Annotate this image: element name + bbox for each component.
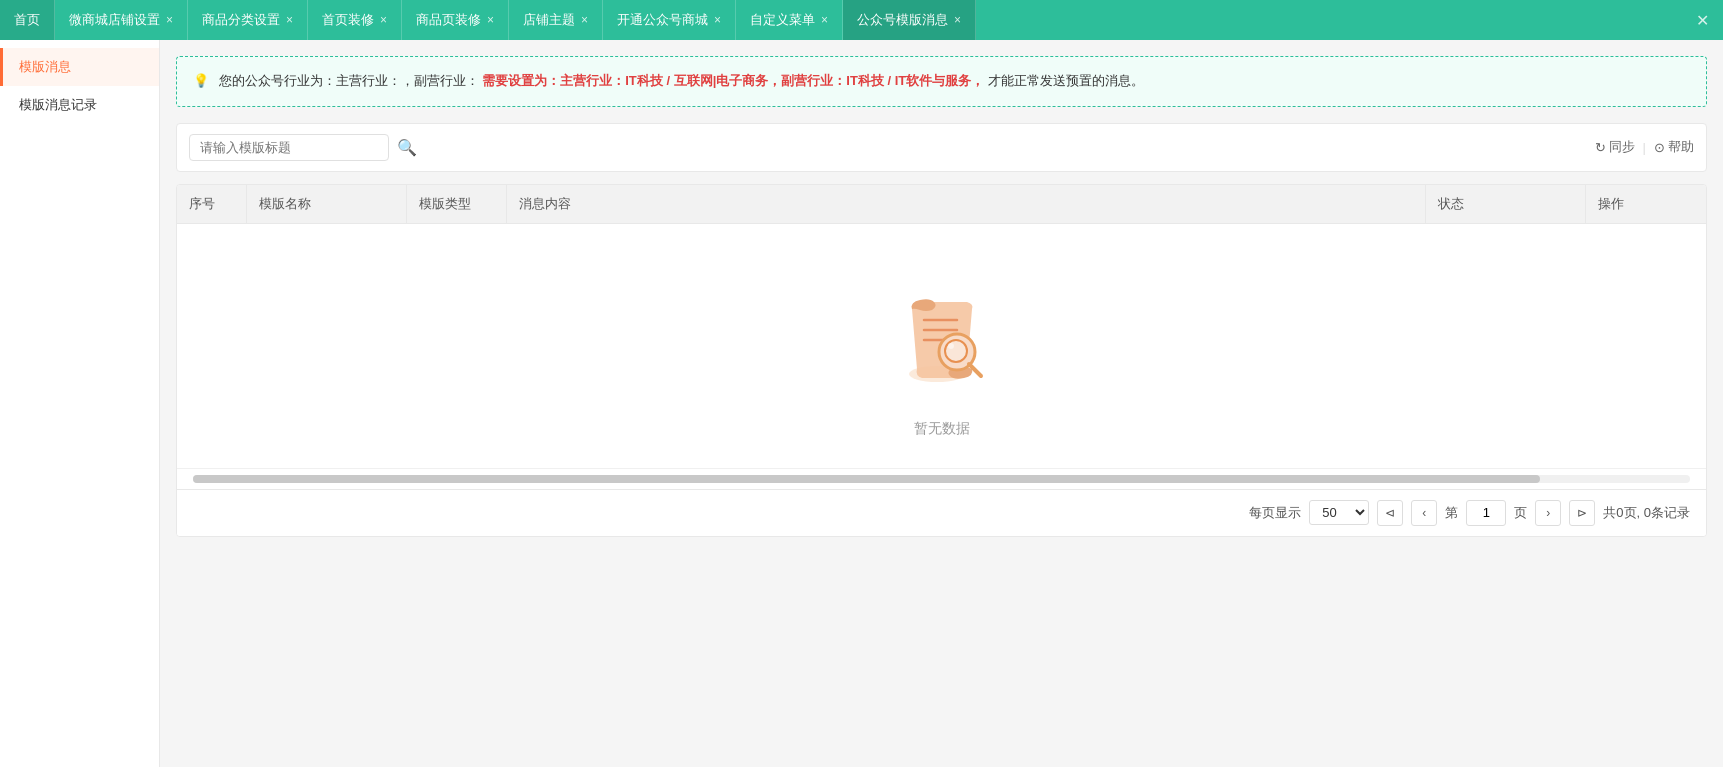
tab-menu-label: 自定义菜单 xyxy=(750,11,815,29)
search-bar: 🔍 ↻ 同步 | ⊙ 帮助 xyxy=(176,123,1707,172)
tab-mall-label: 开通公众号商城 xyxy=(617,11,708,29)
tab-homepage-close[interactable]: × xyxy=(380,13,387,27)
divider: | xyxy=(1643,140,1646,155)
table-header: 序号 模版名称 模版类型 消息内容 状态 操作 xyxy=(177,185,1706,224)
next-page-button[interactable]: › xyxy=(1535,500,1561,526)
layout: 模版消息 模版消息记录 💡 您的公众号行业为：主营行业：，副营行业： 需要设置为… xyxy=(0,40,1723,767)
tab-template-label: 公众号模版消息 xyxy=(857,11,948,29)
tab-home-label: 首页 xyxy=(14,11,40,29)
th-name: 模版名称 xyxy=(247,185,407,223)
help-icon: ⊙ xyxy=(1654,140,1665,155)
svg-point-7 xyxy=(948,343,954,349)
search-icon: 🔍 xyxy=(397,139,417,156)
tab-mall-close[interactable]: × xyxy=(714,13,721,27)
tab-homepage-label: 首页装修 xyxy=(322,11,374,29)
pagination-bar: 每页显示 50 10 20 100 ⊲ ‹ 第 页 › ⊳ 共0页, 0条记录 xyxy=(177,489,1706,536)
tab-weshop-close[interactable]: × xyxy=(166,13,173,27)
sync-label: 同步 xyxy=(1609,138,1635,156)
sidebar-item-template-log-label: 模版消息记录 xyxy=(19,97,97,112)
empty-icon xyxy=(882,284,1002,404)
tab-weshop-label: 微商城店铺设置 xyxy=(69,11,160,29)
th-type: 模版类型 xyxy=(407,185,507,223)
tab-home[interactable]: 首页 xyxy=(0,0,55,40)
search-right: ↻ 同步 | ⊙ 帮助 xyxy=(1595,138,1694,156)
scroll-area[interactable] xyxy=(177,468,1706,489)
tab-category-close[interactable]: × xyxy=(286,13,293,27)
scroll-thumb[interactable] xyxy=(193,475,1540,483)
total-info: 共0页, 0条记录 xyxy=(1603,504,1690,522)
tab-menu[interactable]: 自定义菜单 × xyxy=(736,0,843,40)
tab-menu-close[interactable]: × xyxy=(821,13,828,27)
th-status: 状态 xyxy=(1426,185,1586,223)
tab-category[interactable]: 商品分类设置 × xyxy=(188,0,308,40)
empty-state: 暂无数据 xyxy=(177,224,1706,468)
page-number-input[interactable] xyxy=(1466,500,1506,526)
tab-category-label: 商品分类设置 xyxy=(202,11,280,29)
last-page-button[interactable]: ⊳ xyxy=(1569,500,1595,526)
main-content: 💡 您的公众号行业为：主营行业：，副营行业： 需要设置为：主营行业：IT科技 /… xyxy=(160,40,1723,767)
sidebar: 模版消息 模版消息记录 xyxy=(0,40,160,767)
search-button[interactable]: 🔍 xyxy=(397,138,417,157)
tab-theme-close[interactable]: × xyxy=(581,13,588,27)
sync-icon: ↻ xyxy=(1595,140,1606,155)
tab-productpage-label: 商品页装修 xyxy=(416,11,481,29)
table-container: 序号 模版名称 模版类型 消息内容 状态 操作 xyxy=(176,184,1707,537)
th-action: 操作 xyxy=(1586,185,1706,223)
tab-template[interactable]: 公众号模版消息 × xyxy=(843,0,976,40)
tab-bar: 首页 微商城店铺设置 × 商品分类设置 × 首页装修 × 商品页装修 × 店铺主… xyxy=(0,0,1723,40)
notice-icon: 💡 xyxy=(193,73,209,88)
th-content: 消息内容 xyxy=(507,185,1426,223)
prev-page-button[interactable]: ‹ xyxy=(1411,500,1437,526)
tab-homepage[interactable]: 首页装修 × xyxy=(308,0,402,40)
help-label: 帮助 xyxy=(1668,138,1694,156)
svg-point-5 xyxy=(945,340,967,362)
search-left: 🔍 xyxy=(189,134,417,161)
scroll-track xyxy=(193,475,1690,483)
page-word: 第 xyxy=(1445,504,1458,522)
help-button[interactable]: ⊙ 帮助 xyxy=(1654,138,1694,156)
first-page-button[interactable]: ⊲ xyxy=(1377,500,1403,526)
tab-theme[interactable]: 店铺主题 × xyxy=(509,0,603,40)
search-input[interactable] xyxy=(189,134,389,161)
page-size-label: 每页显示 xyxy=(1249,504,1301,522)
sync-button[interactable]: ↻ 同步 xyxy=(1595,138,1635,156)
tab-template-close[interactable]: × xyxy=(954,13,961,27)
tab-weshop[interactable]: 微商城店铺设置 × xyxy=(55,0,188,40)
empty-text: 暂无数据 xyxy=(914,420,970,438)
tab-productpage[interactable]: 商品页装修 × xyxy=(402,0,509,40)
notice-suffix: 才能正常发送预置的消息。 xyxy=(988,73,1144,88)
notice-box: 💡 您的公众号行业为：主营行业：，副营行业： 需要设置为：主营行业：IT科技 /… xyxy=(176,56,1707,107)
th-seq: 序号 xyxy=(177,185,247,223)
sidebar-item-template-log[interactable]: 模版消息记录 xyxy=(0,86,159,124)
sidebar-item-template-msg-label: 模版消息 xyxy=(19,59,71,74)
tab-mall[interactable]: 开通公众号商城 × xyxy=(603,0,736,40)
sidebar-item-template-msg[interactable]: 模版消息 xyxy=(0,48,159,86)
page-size-select[interactable]: 50 10 20 100 xyxy=(1309,500,1369,525)
notice-prefix: 您的公众号行业为：主营行业：，副营行业： xyxy=(219,73,479,88)
tab-bar-close-all[interactable]: ✕ xyxy=(1682,11,1723,30)
notice-highlight: 需要设置为：主营行业：IT科技 / 互联网|电子商务，副营行业：IT科技 / I… xyxy=(482,73,984,88)
page-unit: 页 xyxy=(1514,504,1527,522)
tab-productpage-close[interactable]: × xyxy=(487,13,494,27)
tab-theme-label: 店铺主题 xyxy=(523,11,575,29)
